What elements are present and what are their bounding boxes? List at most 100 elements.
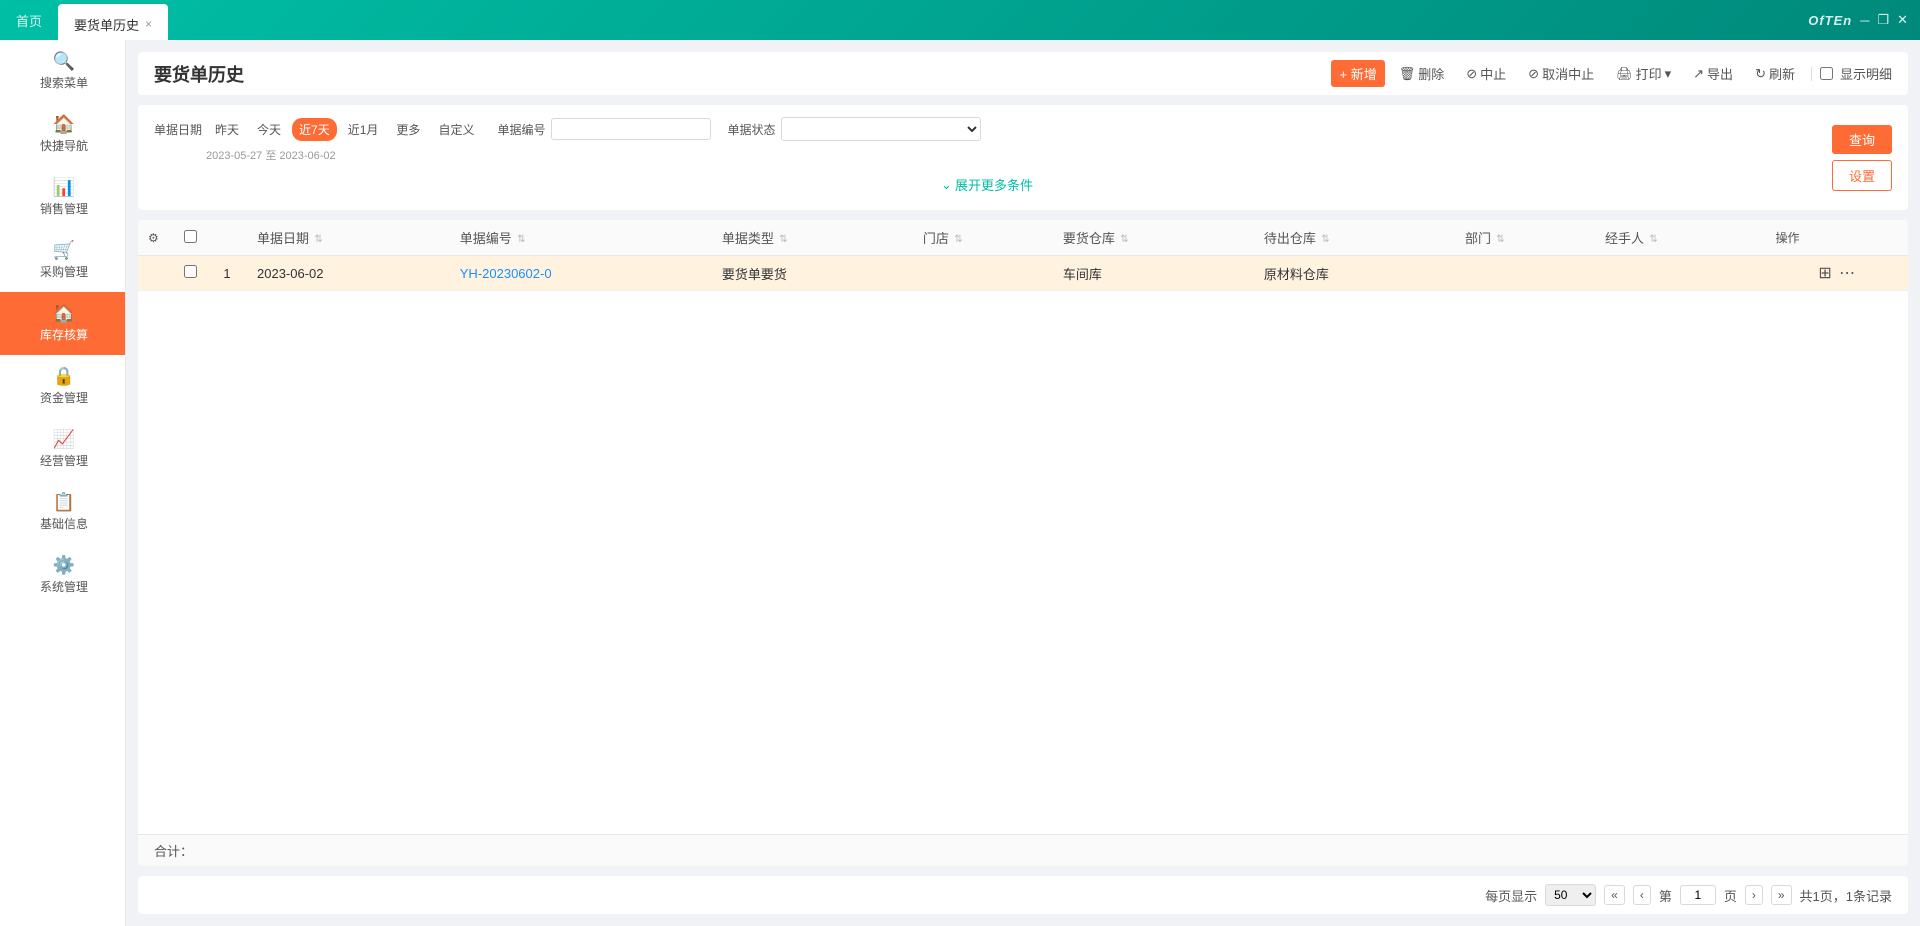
th-pending-warehouse[interactable]: 待出仓库 ⇅ [1254, 220, 1455, 256]
last-page-btn[interactable]: » [1771, 885, 1792, 905]
date-tab-last7days[interactable]: 近7天 [292, 118, 337, 141]
chart-icon: 📊 [53, 178, 75, 196]
show-detail-toggle[interactable]: 显示明细 [1820, 64, 1892, 83]
th-doc-no[interactable]: 单据编号 ⇅ [450, 220, 712, 256]
export-button[interactable]: ↗ 导出 [1685, 60, 1741, 87]
th-settings[interactable]: ⚙ [138, 220, 174, 256]
tab-home[interactable]: 首页 [0, 0, 58, 40]
main-layout: 🔍 搜索菜单 🏠 快捷导航 📊 销售管理 🛒 采购管理 🏠 库存核算 🔒 资金管… [0, 40, 1920, 926]
th-store[interactable]: 门店 ⇅ [913, 220, 1053, 256]
select-all-checkbox[interactable] [184, 230, 197, 243]
th-doc-date[interactable]: 单据日期 ⇅ [247, 220, 450, 256]
sort-icon-doc-type: ⇅ [779, 234, 787, 245]
sidebar-item-search-menu[interactable]: 🔍 搜索菜单 [0, 40, 125, 103]
query-button[interactable]: 查询 [1832, 125, 1892, 154]
date-tab-last1month[interactable]: 近1月 [341, 118, 386, 141]
date-tab-today[interactable]: 今天 [250, 118, 288, 141]
filter-group-date: 单据日期 昨天 今天 近7天 近1月 更多 自定义 [154, 118, 481, 141]
settings-button[interactable]: 设置 [1832, 160, 1892, 191]
filter-row-date-range: 2023-05-27 至 2023-06-02 [154, 145, 1820, 163]
toolbar: + 新增 🗑 删除 ⊘ 中止 ⊘ 取消中止 🖨 打印 ▾ [1331, 60, 1892, 87]
table-header-row: ⚙ 单据日期 ⇅ 单据编号 ⇅ [138, 220, 1908, 256]
filter-group-docno: 单据编号 [497, 118, 711, 140]
minimize-btn[interactable]: ─ [1860, 13, 1869, 28]
filter-area: 单据日期 昨天 今天 近7天 近1月 更多 自定义 单据编号 [138, 105, 1908, 210]
gear-icon: ⚙️ [53, 556, 75, 574]
action-edit-icon[interactable]: ⊞ [1818, 265, 1831, 282]
cart-icon: 🛒 [53, 241, 75, 259]
export-icon: ↗ [1693, 66, 1704, 82]
page-title-bar: 要货单历史 + 新增 🗑 删除 ⊘ 中止 ⊘ 取消中止 🖨 [138, 52, 1908, 95]
th-doc-type[interactable]: 单据类型 ⇅ [712, 220, 913, 256]
show-detail-checkbox[interactable] [1820, 67, 1833, 80]
date-tab-yesterday[interactable]: 昨天 [208, 118, 246, 141]
td-department [1455, 256, 1595, 291]
td-handler [1595, 256, 1766, 291]
new-button[interactable]: + 新增 [1331, 60, 1384, 87]
sort-icon-department: ⇅ [1496, 234, 1504, 245]
page-size-label: 每页显示 [1485, 886, 1537, 905]
filter-row-expand: ⌄ 展开更多条件 [154, 171, 1820, 198]
sidebar-item-purchase-mgmt[interactable]: 🛒 采购管理 [0, 229, 125, 292]
expand-icon: ⌄ [941, 177, 952, 193]
action-more-icon[interactable]: ⋯ [1839, 265, 1855, 282]
sidebar-item-sales-mgmt[interactable]: 📊 销售管理 [0, 166, 125, 229]
tab-close-icon[interactable]: × [145, 17, 152, 31]
page-number-input[interactable] [1680, 885, 1716, 905]
th-req-warehouse[interactable]: 要货仓库 ⇅ [1053, 220, 1254, 256]
tab-bar: 首页 要货单历史 × [0, 0, 1796, 40]
refresh-icon: ↻ [1755, 66, 1766, 82]
date-tab-custom[interactable]: 自定义 [431, 118, 481, 141]
current-page-suffix: 页 [1724, 886, 1737, 905]
filter-inner: 单据日期 昨天 今天 近7天 近1月 更多 自定义 单据编号 [154, 117, 1892, 198]
sidebar-item-finance-mgmt[interactable]: 🔒 资金管理 [0, 355, 125, 418]
page-size-select[interactable]: 50 10 20 100 [1545, 884, 1596, 906]
first-page-btn[interactable]: « [1604, 885, 1625, 905]
prev-page-btn[interactable]: ‹ [1633, 885, 1651, 905]
page-title: 要货单历史 [154, 61, 244, 87]
print-dropdown-icon: ▾ [1665, 66, 1672, 82]
sidebar-item-system-mgmt[interactable]: ⚙️ 系统管理 [0, 544, 125, 607]
data-table: ⚙ 单据日期 ⇅ 单据编号 ⇅ [138, 220, 1908, 291]
doc-status-select[interactable] [781, 117, 981, 141]
doc-no-input[interactable] [551, 118, 711, 140]
close-btn[interactable]: ✕ [1897, 12, 1908, 28]
info-icon: 📋 [53, 493, 75, 511]
row-checkbox[interactable] [184, 265, 197, 278]
td-checkbox [174, 256, 207, 291]
td-index: 1 [207, 256, 247, 291]
date-tab-more[interactable]: 更多 [389, 118, 427, 141]
print-button[interactable]: 🖨 打印 ▾ [1608, 60, 1679, 87]
filter-group-docstatus: 单据状态 [727, 117, 981, 141]
delete-button[interactable]: 🗑 删除 [1391, 60, 1453, 87]
content-area: 要货单历史 + 新增 🗑 删除 ⊘ 中止 ⊘ 取消中止 🖨 [126, 40, 1920, 926]
refresh-button[interactable]: ↻ 刷新 [1747, 60, 1803, 87]
cancel-stop-icon: ⊘ [1528, 66, 1539, 82]
sidebar-item-operation-mgmt[interactable]: 📈 经营管理 [0, 418, 125, 481]
stop-button[interactable]: ⊘ 中止 [1458, 60, 1514, 87]
td-doc-date: 2023-06-02 [247, 256, 450, 291]
table-scroll-area: ⚙ 单据日期 ⇅ 单据编号 ⇅ [138, 220, 1908, 834]
tab-requisition-history[interactable]: 要货单历史 × [58, 4, 168, 44]
next-page-btn[interactable]: › [1745, 885, 1763, 905]
th-index [207, 220, 247, 256]
print-icon: 🖨 [1616, 66, 1633, 82]
restore-btn[interactable]: ❐ [1877, 12, 1889, 28]
date-tabs: 昨天 今天 近7天 近1月 更多 自定义 [208, 118, 481, 141]
th-handler[interactable]: 经手人 ⇅ [1595, 220, 1766, 256]
sidebar-item-basic-info[interactable]: 📋 基础信息 [0, 481, 125, 544]
search-icon: 🔍 [53, 52, 75, 70]
doc-no-link[interactable]: YH-20230602-0 [460, 266, 552, 281]
sidebar-item-quick-nav[interactable]: 🏠 快捷导航 [0, 103, 125, 166]
cancel-stop-button[interactable]: ⊘ 取消中止 [1520, 60, 1602, 87]
th-department[interactable]: 部门 ⇅ [1455, 220, 1595, 256]
expand-btn[interactable]: ⌄ 展开更多条件 [941, 171, 1033, 198]
window-controls: OfTEn ─ ❐ ✕ [1796, 12, 1920, 28]
td-doc-no: YH-20230602-0 [450, 256, 712, 291]
sidebar-item-inventory[interactable]: 🏠 库存核算 [0, 292, 125, 355]
filter-row-1: 单据日期 昨天 今天 近7天 近1月 更多 自定义 单据编号 [154, 117, 1820, 141]
sort-icon-handler: ⇅ [1649, 234, 1657, 245]
brand-text: OfTEn [1808, 13, 1852, 28]
sort-icon-store: ⇅ [954, 234, 962, 245]
delete-icon: 🗑 [1399, 66, 1416, 82]
